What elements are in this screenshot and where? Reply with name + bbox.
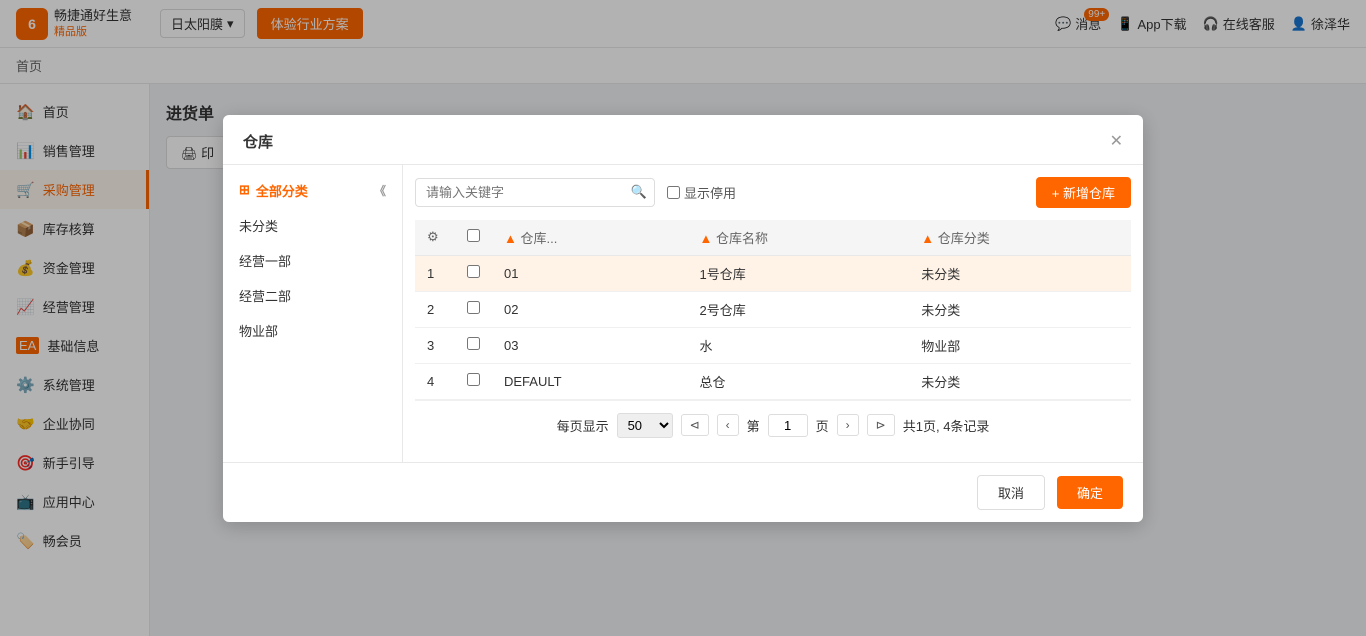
row-code-3: 03 (492, 327, 687, 363)
row-checkbox-3 (455, 327, 492, 363)
category-item-ops1[interactable]: 经营一部 (223, 243, 402, 278)
row-settings-2: 2 (415, 291, 455, 327)
search-input-wrap: 🔍 (415, 178, 655, 207)
next-page-button[interactable]: › (837, 414, 859, 436)
collapse-button[interactable]: 《 (374, 182, 386, 199)
table-toolbar: 🔍 显示停用 + 新增仓库 (415, 177, 1131, 208)
last-page-button[interactable]: ⊳ (867, 414, 895, 436)
row-category-2: 未分类 (909, 291, 1131, 327)
row-category-4: 未分类 (909, 363, 1131, 399)
search-input[interactable] (415, 178, 655, 207)
category-item-uncategorized[interactable]: 未分类 (223, 208, 402, 243)
row-settings-3: 3 (415, 327, 455, 363)
cancel-button[interactable]: 取消 (977, 475, 1045, 510)
confirm-button[interactable]: 确定 (1057, 476, 1123, 509)
all-categories-item[interactable]: ⊞ 全部分类 《 (223, 173, 402, 208)
table-head: ⚙ ▲ 仓库... ▲ 仓库名称 (415, 220, 1131, 256)
row-name-2: 2号仓库 (687, 291, 909, 327)
row-code-4: DEFAULT (492, 363, 687, 399)
warehouse-table: ⚙ ▲ 仓库... ▲ 仓库名称 (415, 220, 1131, 400)
grid-icon: ⊞ (239, 182, 250, 198)
first-page-button[interactable]: ⊲ (681, 414, 709, 436)
row-name-1: 1号仓库 (687, 255, 909, 291)
modal-header: 仓库 ✕ (223, 115, 1143, 165)
pagination: 每页显示 10 20 50 100 ⊲ ‹ 第 页 › ⊳ 共1页, 4条记录 (415, 400, 1131, 450)
row-settings-4: 4 (415, 363, 455, 399)
page-suffix: 页 (816, 416, 829, 435)
col-checkbox (455, 220, 492, 256)
row-code-2: 02 (492, 291, 687, 327)
row-select-checkbox-3[interactable] (467, 337, 480, 350)
page-label: 第 (747, 416, 760, 435)
category-item-ops2[interactable]: 经营二部 (223, 278, 402, 313)
show-disabled-text: 显示停用 (684, 183, 736, 202)
show-disabled-checkbox[interactable] (667, 186, 680, 199)
table-row[interactable]: 3 03 水 物业部 (415, 327, 1131, 363)
table-row[interactable]: 2 02 2号仓库 未分类 (415, 291, 1131, 327)
col-settings: ⚙ (415, 220, 455, 256)
modal-body: ⊞ 全部分类 《 未分类 经营一部 经营二部 物业部 🔍 (223, 165, 1143, 462)
warehouse-modal: 仓库 ✕ ⊞ 全部分类 《 未分类 经营一部 经营二部 物业部 (223, 115, 1143, 522)
table-header-row: ⚙ ▲ 仓库... ▲ 仓库名称 (415, 220, 1131, 256)
per-page-select[interactable]: 10 20 50 100 (617, 413, 673, 438)
table-container: ⚙ ▲ 仓库... ▲ 仓库名称 (415, 220, 1131, 400)
select-all-checkbox[interactable] (467, 229, 480, 242)
row-code-1: 01 (492, 255, 687, 291)
show-disabled-label[interactable]: 显示停用 (667, 183, 736, 202)
all-categories-label: 全部分类 (256, 181, 308, 200)
table-panel: 🔍 显示停用 + 新增仓库 ⚙ (403, 165, 1143, 462)
row-category-1: 未分类 (909, 255, 1131, 291)
row-name-4: 总仓 (687, 363, 909, 399)
row-category-3: 物业部 (909, 327, 1131, 363)
modal-overlay: 仓库 ✕ ⊞ 全部分类 《 未分类 经营一部 经营二部 物业部 (0, 0, 1366, 636)
table-row[interactable]: 4 DEFAULT 总仓 未分类 (415, 363, 1131, 399)
row-name-3: 水 (687, 327, 909, 363)
col-category: ▲ 仓库分类 (909, 220, 1131, 256)
modal-title: 仓库 (243, 131, 273, 152)
total-records-label: 共1页, 4条记录 (903, 416, 990, 435)
row-settings-1: 1 (415, 255, 455, 291)
table-body: 1 01 1号仓库 未分类 2 (415, 255, 1131, 399)
table-row[interactable]: 1 01 1号仓库 未分类 (415, 255, 1131, 291)
row-select-checkbox-4[interactable] (467, 373, 480, 386)
search-icon[interactable]: 🔍 (631, 184, 647, 200)
col-code: ▲ 仓库... (492, 220, 687, 256)
row-select-checkbox-1[interactable] (467, 265, 480, 278)
prev-page-button[interactable]: ‹ (717, 414, 739, 436)
col-name: ▲ 仓库名称 (687, 220, 909, 256)
per-page-label: 每页显示 (557, 416, 609, 435)
page-number-input[interactable] (768, 414, 808, 437)
row-checkbox-2 (455, 291, 492, 327)
category-panel: ⊞ 全部分类 《 未分类 经营一部 经营二部 物业部 (223, 165, 403, 462)
add-warehouse-button[interactable]: + 新增仓库 (1036, 177, 1131, 208)
modal-close-button[interactable]: ✕ (1110, 131, 1123, 151)
row-checkbox-4 (455, 363, 492, 399)
modal-footer: 取消 确定 (223, 462, 1143, 522)
category-item-property[interactable]: 物业部 (223, 313, 402, 348)
row-checkbox-1 (455, 255, 492, 291)
row-select-checkbox-2[interactable] (467, 301, 480, 314)
